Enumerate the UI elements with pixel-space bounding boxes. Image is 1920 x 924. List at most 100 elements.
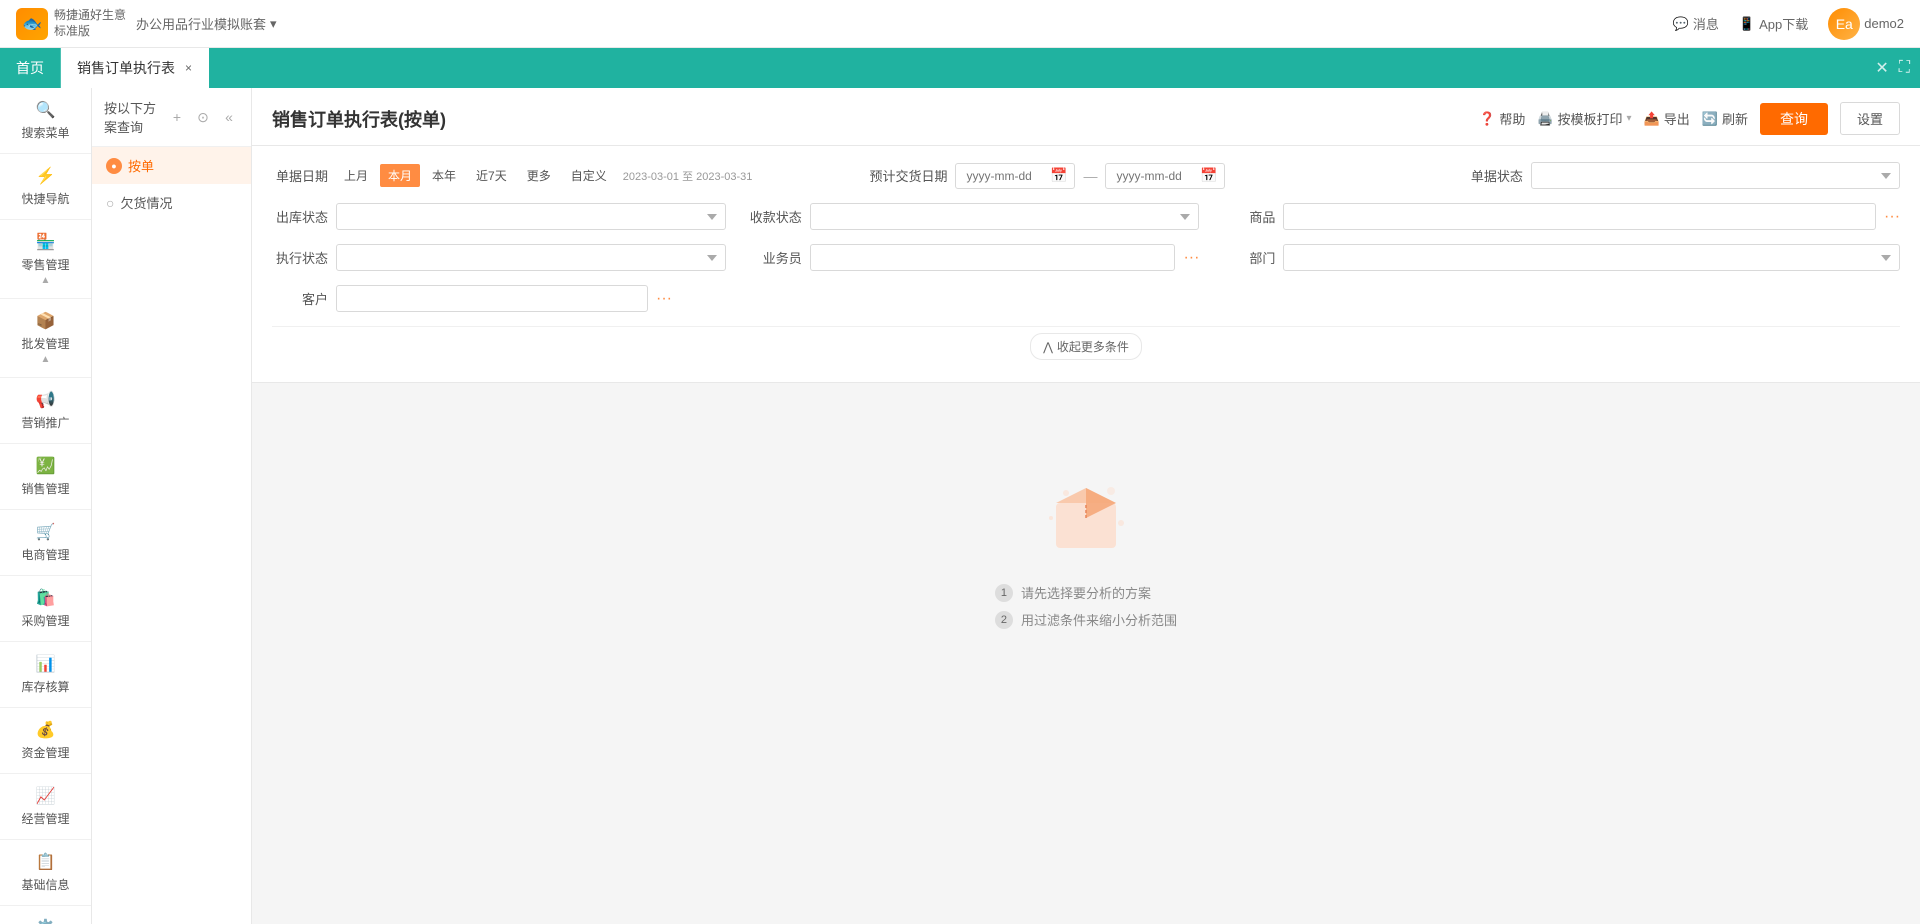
wholesale-arrow-icon: ▲ xyxy=(41,354,51,365)
system-icon: ⚙️ xyxy=(36,918,56,924)
customer-label: 客户 xyxy=(272,289,328,308)
logo-area: 🐟 畅捷通好生意 标准版 xyxy=(16,8,126,40)
sidebar-item-purchase[interactable]: 🛍️ 采购管理 xyxy=(0,576,91,642)
tab-sales-order[interactable]: 销售订单执行表 × xyxy=(61,48,209,88)
close-window-icon[interactable]: ✕ xyxy=(1875,58,1888,78)
help-button[interactable]: ❓ 帮助 xyxy=(1479,109,1525,128)
payment-status-label: 收款状态 xyxy=(746,207,802,226)
expected-date-end-input[interactable] xyxy=(1105,163,1225,189)
refresh-button[interactable]: 🔄 刷新 xyxy=(1702,109,1748,128)
sidebar-item-inventory[interactable]: 📊 库存核算 xyxy=(0,642,91,708)
date-tab-this-month[interactable]: 本月 xyxy=(380,164,420,187)
message-icon: 💬 xyxy=(1673,16,1689,32)
settings-plan-button[interactable]: ⊙ xyxy=(193,107,213,127)
department-select[interactable] xyxy=(1283,244,1900,271)
refresh-icon: 🔄 xyxy=(1702,111,1718,127)
sidebar-item-sales[interactable]: 💹 销售管理 xyxy=(0,444,91,510)
date-label-group: 单据日期 xyxy=(272,166,328,185)
customer-input[interactable] xyxy=(336,285,648,312)
logo-icon: 🐟 xyxy=(16,8,48,40)
breadcrumb[interactable]: 办公用品行业模拟账套 ▾ xyxy=(136,14,277,33)
settings-button[interactable]: 设置 xyxy=(1840,102,1900,135)
export-icon: 📤 xyxy=(1644,111,1660,127)
filter-group-stock-status: 出库状态 xyxy=(272,203,726,230)
retail-icon: 🏪 xyxy=(36,232,56,252)
collapse-panel-button[interactable]: « xyxy=(219,107,239,127)
fullscreen-icon[interactable]: ⛶ xyxy=(1899,59,1910,77)
arrears-icon: ○ xyxy=(106,195,114,211)
date-tab-this-year[interactable]: 本年 xyxy=(424,164,464,187)
salesperson-input[interactable] xyxy=(810,244,1176,271)
expected-date-end-wrap: 📅 xyxy=(1105,163,1225,189)
left-panel-header: 按以下方案查询 + ⊙ « xyxy=(92,88,251,147)
print-button[interactable]: 🖨️ 按模板打印 ▾ xyxy=(1537,109,1631,128)
add-plan-button[interactable]: + xyxy=(167,107,187,127)
left-panel-title: 按以下方案查询 xyxy=(104,98,167,136)
payment-status-select[interactable] xyxy=(810,203,1200,230)
export-button[interactable]: 📤 导出 xyxy=(1644,109,1690,128)
wholesale-icon: 📦 xyxy=(36,311,56,331)
collapse-up-icon: ⋀ xyxy=(1043,340,1053,354)
download-icon: 📱 xyxy=(1739,16,1755,32)
filter-row-1: 单据日期 上月 本月 本年 近7天 更多 自定义 2023-03-01 至 20… xyxy=(272,162,1900,189)
tab-close-icon[interactable]: × xyxy=(185,61,192,75)
department-label: 部门 xyxy=(1219,248,1275,267)
sales-icon: 💹 xyxy=(36,456,56,476)
sidebar-item-basic[interactable]: 📋 基础信息 xyxy=(0,840,91,906)
date-tab-last-month[interactable]: 上月 xyxy=(336,164,376,187)
sidebar-item-wholesale[interactable]: 📦 批发管理 ▲ xyxy=(0,299,91,378)
filter-group-exec-status: 执行状态 xyxy=(272,244,726,271)
customer-ellipsis-icon[interactable]: ··· xyxy=(656,290,672,308)
stock-status-label: 出库状态 xyxy=(272,207,328,226)
filter-group-salesperson: 业务员 ··· xyxy=(746,244,1200,271)
sidebar-item-operation[interactable]: 📈 经营管理 xyxy=(0,774,91,840)
sidebar-item-marketing[interactable]: 📢 营销推广 xyxy=(0,378,91,444)
left-panel-item-press-order[interactable]: ● 按单 xyxy=(92,147,251,184)
hint-num-2: 2 xyxy=(995,611,1013,629)
expected-date-start-input[interactable] xyxy=(955,163,1075,189)
collapse-bar: ⋀ 收起更多条件 xyxy=(272,326,1900,366)
filter-group-customer: 客户 ··· xyxy=(272,285,672,312)
tab-bar-controls: ✕ ⛶ xyxy=(1865,48,1920,88)
app-download-button[interactable]: 📱 App下载 xyxy=(1739,14,1808,33)
date-tab-last-7[interactable]: 近7天 xyxy=(468,164,515,187)
home-tab-label: 首页 xyxy=(16,58,44,78)
sidebar-item-finance[interactable]: 💰 资金管理 xyxy=(0,708,91,774)
collapse-filters-button[interactable]: ⋀ 收起更多条件 xyxy=(1030,333,1142,360)
left-panel-item-arrears[interactable]: ○ 欠货情况 xyxy=(92,184,251,221)
exec-status-select[interactable] xyxy=(336,244,726,271)
single-status-select[interactable] xyxy=(1531,162,1900,189)
date-tab-custom[interactable]: 自定义 xyxy=(563,164,615,187)
sidebar-item-system[interactable]: ⚙️ 系统管理 xyxy=(0,906,91,924)
tab-bar: 首页 销售订单执行表 × ✕ ⛶ xyxy=(0,48,1920,88)
left-panel: 按以下方案查询 + ⊙ « ● 按单 ○ 欠货情况 xyxy=(92,88,252,924)
empty-state: 1 请先选择要分析的方案 2 用过滤条件来缩小分析范围 xyxy=(252,383,1920,717)
date-separator: — xyxy=(1083,168,1097,184)
product-input[interactable] xyxy=(1283,203,1876,230)
product-ellipsis-icon[interactable]: ··· xyxy=(1884,208,1900,226)
stock-status-select[interactable] xyxy=(336,203,726,230)
message-button[interactable]: 💬 消息 xyxy=(1673,14,1719,33)
sidebar-item-ecom[interactable]: 🛒 电商管理 xyxy=(0,510,91,576)
retail-arrow-icon: ▲ xyxy=(41,275,51,286)
filter-area: 单据日期 上月 本月 本年 近7天 更多 自定义 2023-03-01 至 20… xyxy=(252,146,1920,383)
date-tab-more[interactable]: 更多 xyxy=(519,164,559,187)
expected-date-start-wrap: 📅 xyxy=(955,163,1075,189)
salesperson-ellipsis-icon[interactable]: ··· xyxy=(1183,249,1199,267)
left-panel-actions: + ⊙ « xyxy=(167,107,239,127)
tab-home[interactable]: 首页 xyxy=(0,48,61,88)
user-menu[interactable]: Ea demo2 xyxy=(1828,8,1904,40)
filter-row-4: 客户 ··· xyxy=(272,285,1900,312)
search-button[interactable]: 查询 xyxy=(1760,103,1828,135)
exec-status-label: 执行状态 xyxy=(272,248,328,267)
filter-row-2: 出库状态 收款状态 商品 ··· xyxy=(272,203,1900,230)
sidebar-item-search[interactable]: 🔍 搜索菜单 xyxy=(0,88,91,154)
sidebar-item-quick-nav[interactable]: ⚡ 快捷导航 xyxy=(0,154,91,220)
help-icon: ❓ xyxy=(1479,111,1495,127)
date-range-display: 2023-03-01 至 2023-03-31 xyxy=(623,168,753,184)
print-icon: 🖨️ xyxy=(1537,111,1553,127)
single-status-label: 单据状态 xyxy=(1467,166,1523,185)
salesperson-label: 业务员 xyxy=(746,248,802,267)
empty-illustration xyxy=(1036,463,1136,563)
sidebar-item-retail[interactable]: 🏪 零售管理 ▲ xyxy=(0,220,91,299)
